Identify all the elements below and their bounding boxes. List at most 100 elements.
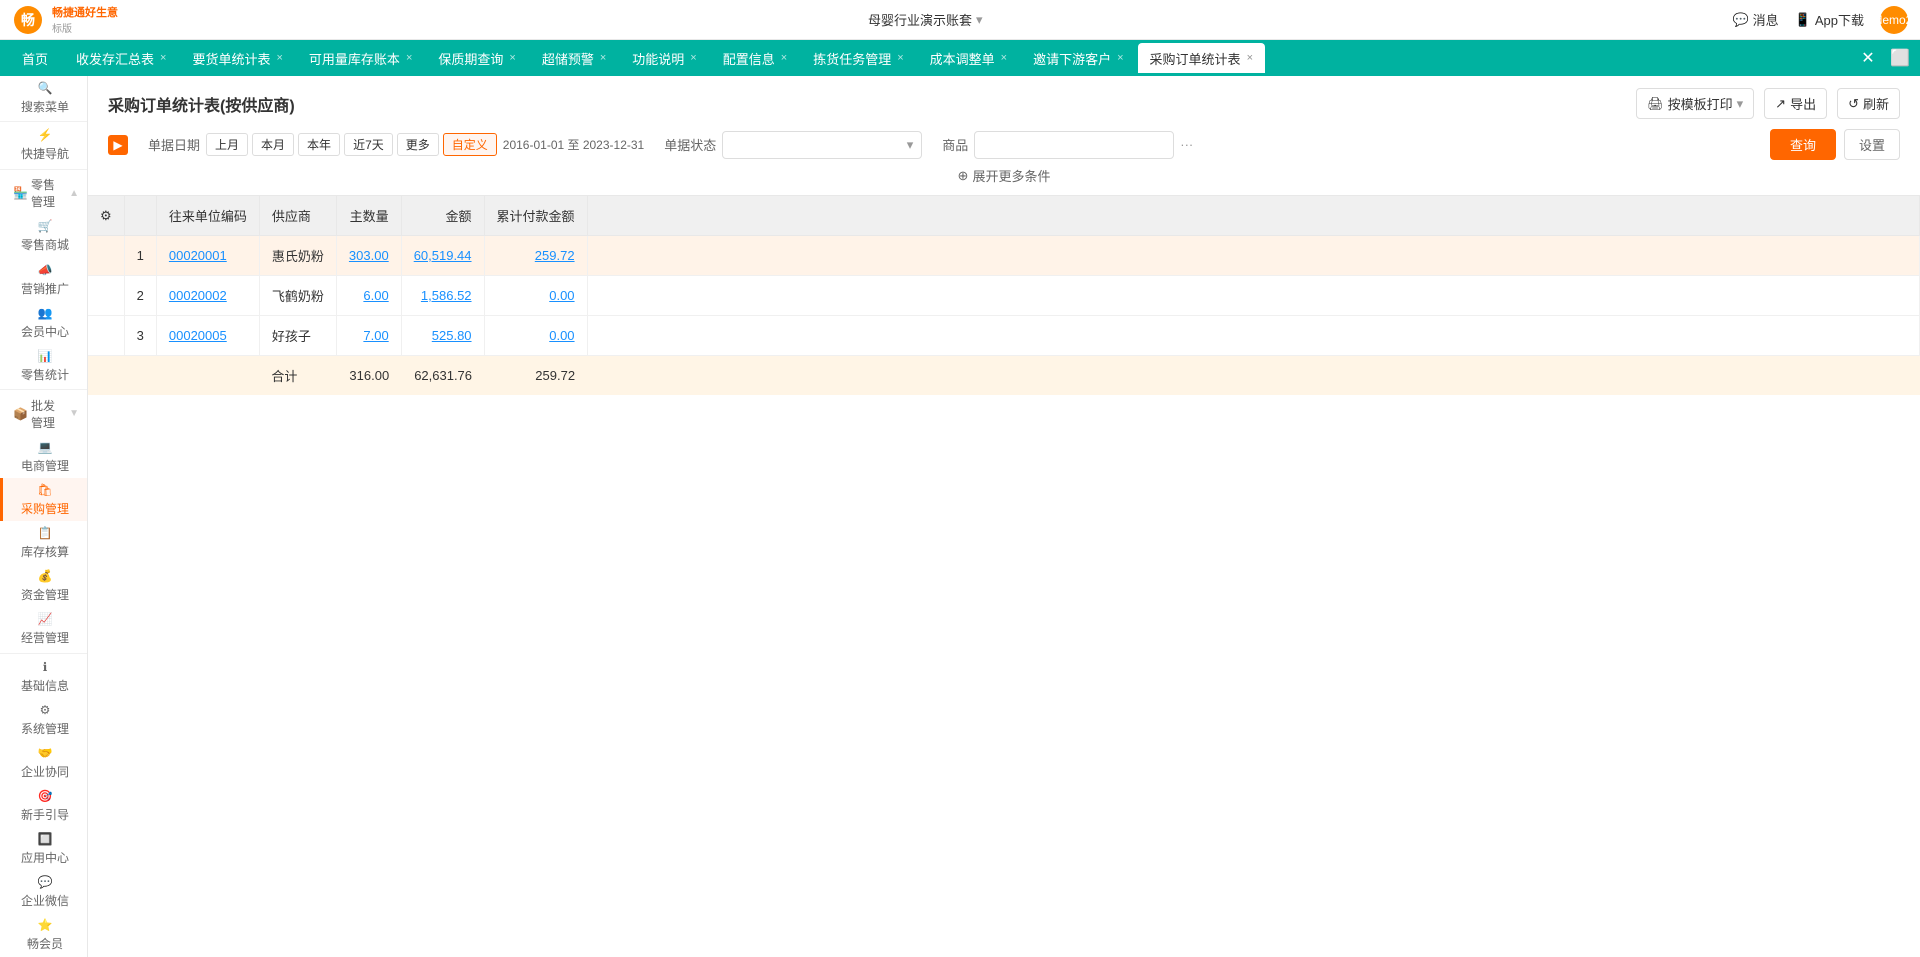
- close-icon[interactable]: ×: [600, 52, 606, 64]
- table-row[interactable]: 2 00020002 飞鹤奶粉 6.00 1,586.52 0.00: [88, 276, 1920, 316]
- sidebar-item-label: 企业协同: [21, 763, 69, 780]
- row-extra: [587, 276, 1919, 316]
- close-icon[interactable]: ×: [1247, 52, 1253, 64]
- table-row[interactable]: 1 00020001 惠氏奶粉 303.00 60,519.44 259.72: [88, 236, 1920, 276]
- user-area[interactable]: demo2: [1880, 6, 1908, 34]
- date-btn-custom[interactable]: 自定义: [443, 133, 497, 156]
- content-area: 采购订单统计表(按供应商) 🖨 按模板打印 ▾ ↗ 导出 ↺ 刷新: [88, 76, 1920, 957]
- sidebar-item-ecommerce[interactable]: 💻 电商管理: [0, 435, 87, 478]
- date-range-text: 2016-01-01 至 2023-12-31: [503, 136, 644, 153]
- sidebar-item-basic-info[interactable]: ℹ 基础信息: [0, 655, 87, 698]
- sidebar-item-retail-mgmt[interactable]: 🏪 零售管理 ▲: [0, 172, 87, 215]
- sidebar-item-marketing[interactable]: 📣 营销推广: [0, 258, 87, 301]
- close-icon[interactable]: ×: [781, 52, 787, 64]
- row-paid-amount: 259.72: [484, 236, 587, 276]
- workspace-selector[interactable]: 母婴行业演示账套 ▾: [868, 10, 983, 29]
- sidebar-divider: [0, 169, 87, 170]
- sidebar-item-finance[interactable]: 💰 资金管理: [0, 564, 87, 607]
- query-btn[interactable]: 查询: [1770, 129, 1836, 160]
- filter-status-select[interactable]: ▾: [722, 131, 922, 159]
- close-window-btn[interactable]: ✕: [1856, 46, 1880, 70]
- close-icon[interactable]: ×: [160, 52, 166, 64]
- sidebar-item-retail-store[interactable]: 🛒 零售商城: [0, 215, 87, 258]
- date-btn-more[interactable]: 更多: [397, 133, 439, 156]
- message-btn[interactable]: 💬 消息: [1732, 10, 1778, 29]
- close-icon[interactable]: ×: [1001, 52, 1007, 64]
- more-options-btn[interactable]: ···: [1180, 137, 1193, 152]
- tab-home[interactable]: 首页: [8, 43, 62, 73]
- filter-goods-input[interactable]: [974, 131, 1174, 159]
- footer-extra: [587, 356, 1919, 396]
- date-btn-7days[interactable]: 近7天: [344, 133, 393, 156]
- page-actions: 🖨 按模板打印 ▾ ↗ 导出 ↺ 刷新: [1636, 88, 1900, 119]
- workspace-selector-area[interactable]: 母婴行业演示账套 ▾: [118, 10, 1732, 29]
- export-icon: ↗: [1775, 96, 1786, 112]
- filter-toggle-btn[interactable]: ▶: [108, 135, 128, 155]
- sidebar-item-corp-collab[interactable]: 🤝 企业协同: [0, 742, 87, 785]
- date-btn-cur-year[interactable]: 本年: [298, 133, 340, 156]
- sidebar-item-sys-mgmt[interactable]: ⚙ 系统管理: [0, 699, 87, 742]
- svg-text:畅: 畅: [21, 12, 35, 28]
- close-icon[interactable]: ×: [690, 52, 696, 64]
- settings-btn[interactable]: 设置: [1844, 129, 1900, 160]
- template-print-btn[interactable]: 🖨 按模板打印 ▾: [1636, 88, 1754, 119]
- tab-func-desc[interactable]: 功能说明 ×: [620, 43, 708, 73]
- sidebar-item-new-guide[interactable]: 🎯 新手引导: [0, 785, 87, 828]
- sidebar-item-label: 资金管理: [21, 586, 69, 603]
- tab-cost-adjust[interactable]: 成本调整单 ×: [918, 43, 1019, 73]
- sidebar-item-corp-wechat[interactable]: 💬 企业微信: [0, 871, 87, 914]
- sidebar-item-retail-stats[interactable]: 📊 零售统计: [0, 344, 87, 387]
- tab-expiry-query[interactable]: 保质期查询 ×: [426, 43, 527, 73]
- tab-config-info[interactable]: 配置信息 ×: [711, 43, 799, 73]
- tab-overstock[interactable]: 超储预警 ×: [530, 43, 618, 73]
- sidebar-divider: [0, 653, 87, 654]
- filter-status-item: 单据状态 ▾: [664, 131, 922, 159]
- settings-col-icon[interactable]: ⚙: [100, 208, 112, 223]
- sidebar-item-quick-nav[interactable]: ⚡ 快捷导航: [0, 124, 87, 167]
- col-amount-header: 金额: [401, 196, 484, 236]
- close-icon[interactable]: ×: [509, 52, 515, 64]
- sidebar-item-member-center[interactable]: 👥 会员中心: [0, 301, 87, 344]
- sidebar-item-purchase-mgmt[interactable]: 🛍 采购管理: [0, 478, 87, 521]
- tab-receive-summary[interactable]: 收发存汇总表 ×: [64, 43, 178, 73]
- sidebar-item-search[interactable]: 🔍 搜索菜单: [0, 76, 87, 119]
- sidebar: 🔍 搜索菜单 ⚡ 快捷导航 🏪 零售管理 ▲ 🛒 零售商城 📣 营销推广 👥 会…: [0, 76, 88, 957]
- col-seq-header: [124, 196, 156, 236]
- sidebar-item-label: 零售商城: [21, 236, 69, 253]
- tab-available-stock[interactable]: 可用量库存账本 ×: [297, 43, 424, 73]
- row-check[interactable]: [88, 316, 124, 356]
- tab-pick-task[interactable]: 拣货任务管理 ×: [801, 43, 915, 73]
- date-btn-cur-month[interactable]: 本月: [252, 133, 294, 156]
- close-icon[interactable]: ×: [406, 52, 412, 64]
- refresh-btn[interactable]: ↺ 刷新: [1837, 88, 1900, 119]
- sidebar-item-app-center[interactable]: 🔲 应用中心: [0, 828, 87, 871]
- close-icon[interactable]: ×: [1117, 52, 1123, 64]
- inventory-icon: 📋: [38, 526, 53, 540]
- expand-more-btn[interactable]: ⊕ 展开更多条件: [958, 166, 1051, 185]
- maximize-btn[interactable]: ⬜: [1888, 46, 1912, 70]
- ops-mgmt-icon: 📈: [38, 612, 53, 626]
- row-main-qty: 303.00: [336, 236, 401, 276]
- table-row[interactable]: 3 00020005 好孩子 7.00 525.80 0.00: [88, 316, 1920, 356]
- date-btn-prev-month[interactable]: 上月: [206, 133, 248, 156]
- tab-req-stats[interactable]: 要货单统计表 ×: [180, 43, 294, 73]
- row-amount: 1,586.52: [401, 276, 484, 316]
- sidebar-item-wholesale[interactable]: 📦 批发管理 ▼: [0, 392, 87, 435]
- export-btn[interactable]: ↗ 导出: [1764, 88, 1827, 119]
- close-icon[interactable]: ×: [276, 52, 282, 64]
- tab-invite-downstream[interactable]: 邀请下游客户 ×: [1021, 43, 1135, 73]
- row-extra: [587, 236, 1919, 276]
- filter-top-row: ▶ 单据日期 上月 本月 本年 近7天 更多 自定义 2016-01-01 至 …: [108, 129, 1900, 160]
- row-check[interactable]: [88, 276, 124, 316]
- close-icon[interactable]: ×: [897, 52, 903, 64]
- sidebar-item-ops-mgmt[interactable]: 📈 经营管理: [0, 608, 87, 651]
- member-center-icon: 👥: [38, 306, 53, 320]
- sidebar-item-label: 会员中心: [21, 323, 69, 340]
- col-unit-code-header: 往来单位编码: [156, 196, 259, 236]
- sidebar-item-inventory[interactable]: 📋 库存核算: [0, 521, 87, 564]
- row-check[interactable]: [88, 236, 124, 276]
- sidebar-item-vip[interactable]: ⭐ 畅会员: [0, 914, 87, 957]
- sidebar-item-label: 新手引导: [21, 806, 69, 823]
- app-download-btn[interactable]: 📱 App下载: [1795, 10, 1864, 29]
- tab-purchase-stats[interactable]: 采购订单统计表 ×: [1138, 43, 1265, 73]
